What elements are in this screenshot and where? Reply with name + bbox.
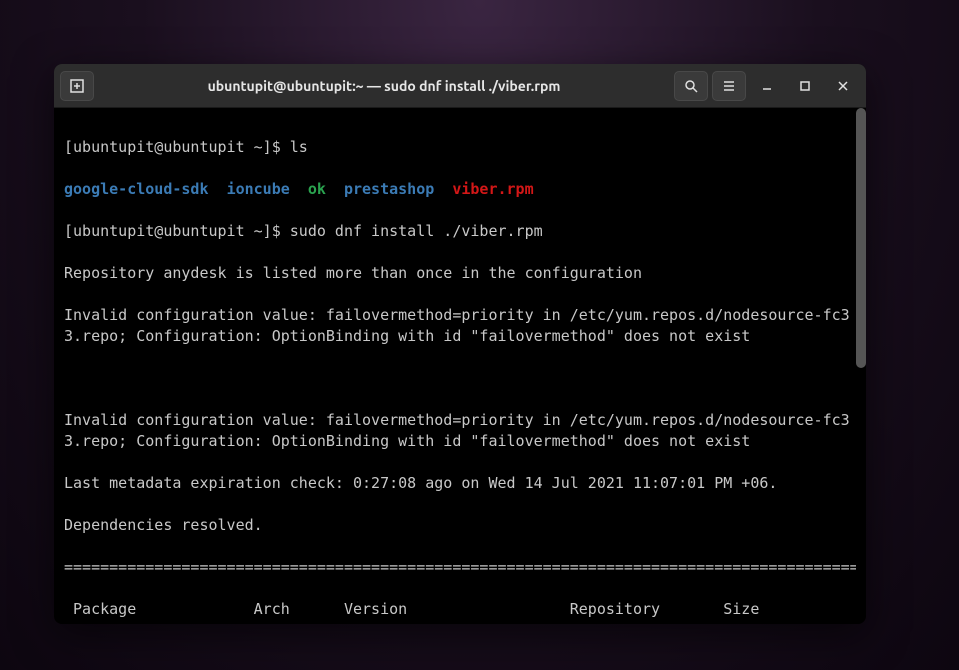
search-icon bbox=[684, 79, 698, 93]
close-button[interactable] bbox=[826, 71, 860, 101]
terminal-output[interactable]: [ubuntupit@ubuntupit ~]$ ls google-cloud… bbox=[54, 108, 866, 624]
search-button[interactable] bbox=[674, 71, 708, 101]
ls-item: google-cloud-sdk bbox=[64, 180, 209, 198]
prompt: [ubuntupit@ubuntupit ~]$ bbox=[64, 222, 290, 240]
pkg-table-header: Package Arch Version Repository Size bbox=[64, 599, 856, 620]
ls-item: ioncube bbox=[227, 180, 290, 198]
maximize-icon bbox=[800, 81, 810, 91]
maximize-button[interactable] bbox=[788, 71, 822, 101]
prompt-line: [ubuntupit@ubuntupit ~]$ sudo dnf instal… bbox=[64, 221, 856, 242]
minimize-icon bbox=[762, 81, 772, 91]
prompt: [ubuntupit@ubuntupit ~]$ bbox=[64, 138, 290, 156]
repo-warning: Repository anydesk is listed more than o… bbox=[64, 263, 856, 284]
ls-output: google-cloud-sdk ioncube ok prestashop v… bbox=[64, 179, 856, 200]
titlebar: ubuntupit@ubuntupit:~ — sudo dnf install… bbox=[54, 64, 866, 108]
scrollbar[interactable] bbox=[856, 108, 866, 368]
invalid-config-1: Invalid configuration value: failovermet… bbox=[64, 305, 856, 347]
command-install: sudo dnf install ./viber.rpm bbox=[290, 222, 543, 240]
ls-item: viber.rpm bbox=[452, 180, 533, 198]
hamburger-icon bbox=[722, 79, 736, 93]
blank-line bbox=[64, 368, 856, 389]
minimize-button[interactable] bbox=[750, 71, 784, 101]
command-ls: ls bbox=[290, 138, 308, 156]
deps-resolved: Dependencies resolved. bbox=[64, 515, 856, 536]
menu-button[interactable] bbox=[712, 71, 746, 101]
metadata-check: Last metadata expiration check: 0:27:08 … bbox=[64, 473, 856, 494]
terminal-window: ubuntupit@ubuntupit:~ — sudo dnf install… bbox=[54, 64, 866, 624]
ruler-top: ========================================… bbox=[64, 557, 856, 578]
ls-item: prestashop bbox=[344, 180, 434, 198]
close-icon bbox=[838, 81, 848, 91]
ls-item: ok bbox=[308, 180, 326, 198]
new-tab-icon bbox=[69, 78, 85, 94]
new-tab-button[interactable] bbox=[60, 71, 94, 101]
invalid-config-2: Invalid configuration value: failovermet… bbox=[64, 410, 856, 452]
prompt-line: [ubuntupit@ubuntupit ~]$ ls bbox=[64, 137, 856, 158]
window-title: ubuntupit@ubuntupit:~ — sudo dnf install… bbox=[94, 78, 674, 94]
